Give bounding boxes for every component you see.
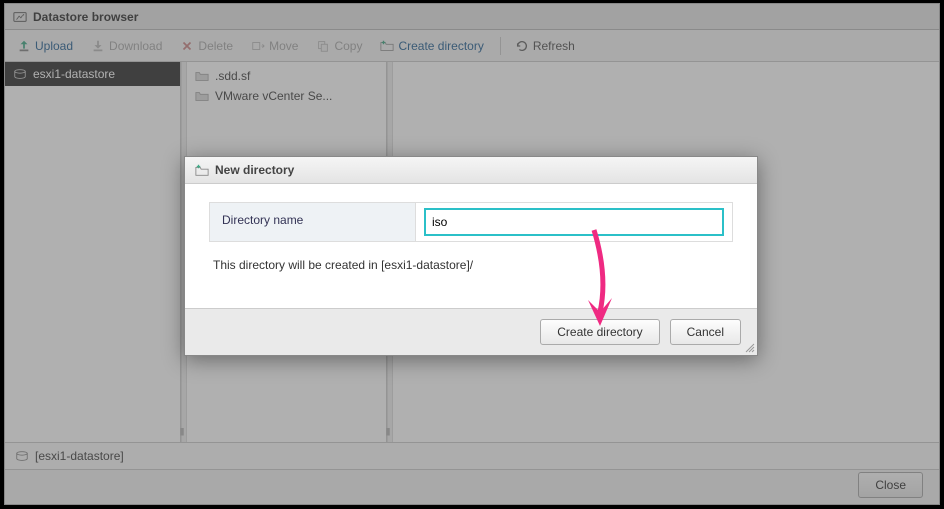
- folder-new-icon: [195, 163, 209, 177]
- new-directory-dialog: New directory Directory name This direct…: [184, 156, 758, 356]
- dialog-title: New directory: [215, 163, 294, 177]
- cancel-button[interactable]: Cancel: [670, 319, 741, 345]
- directory-name-label: Directory name: [210, 203, 416, 241]
- directory-name-input[interactable]: [424, 208, 724, 236]
- create-directory-confirm-button[interactable]: Create directory: [540, 319, 659, 345]
- dialog-title-bar: New directory: [185, 157, 757, 184]
- resize-grip-icon[interactable]: [745, 343, 755, 353]
- dialog-note: This directory will be created in [esxi1…: [209, 256, 733, 284]
- directory-name-row: Directory name: [209, 202, 733, 242]
- dialog-footer: Create directory Cancel: [185, 308, 757, 355]
